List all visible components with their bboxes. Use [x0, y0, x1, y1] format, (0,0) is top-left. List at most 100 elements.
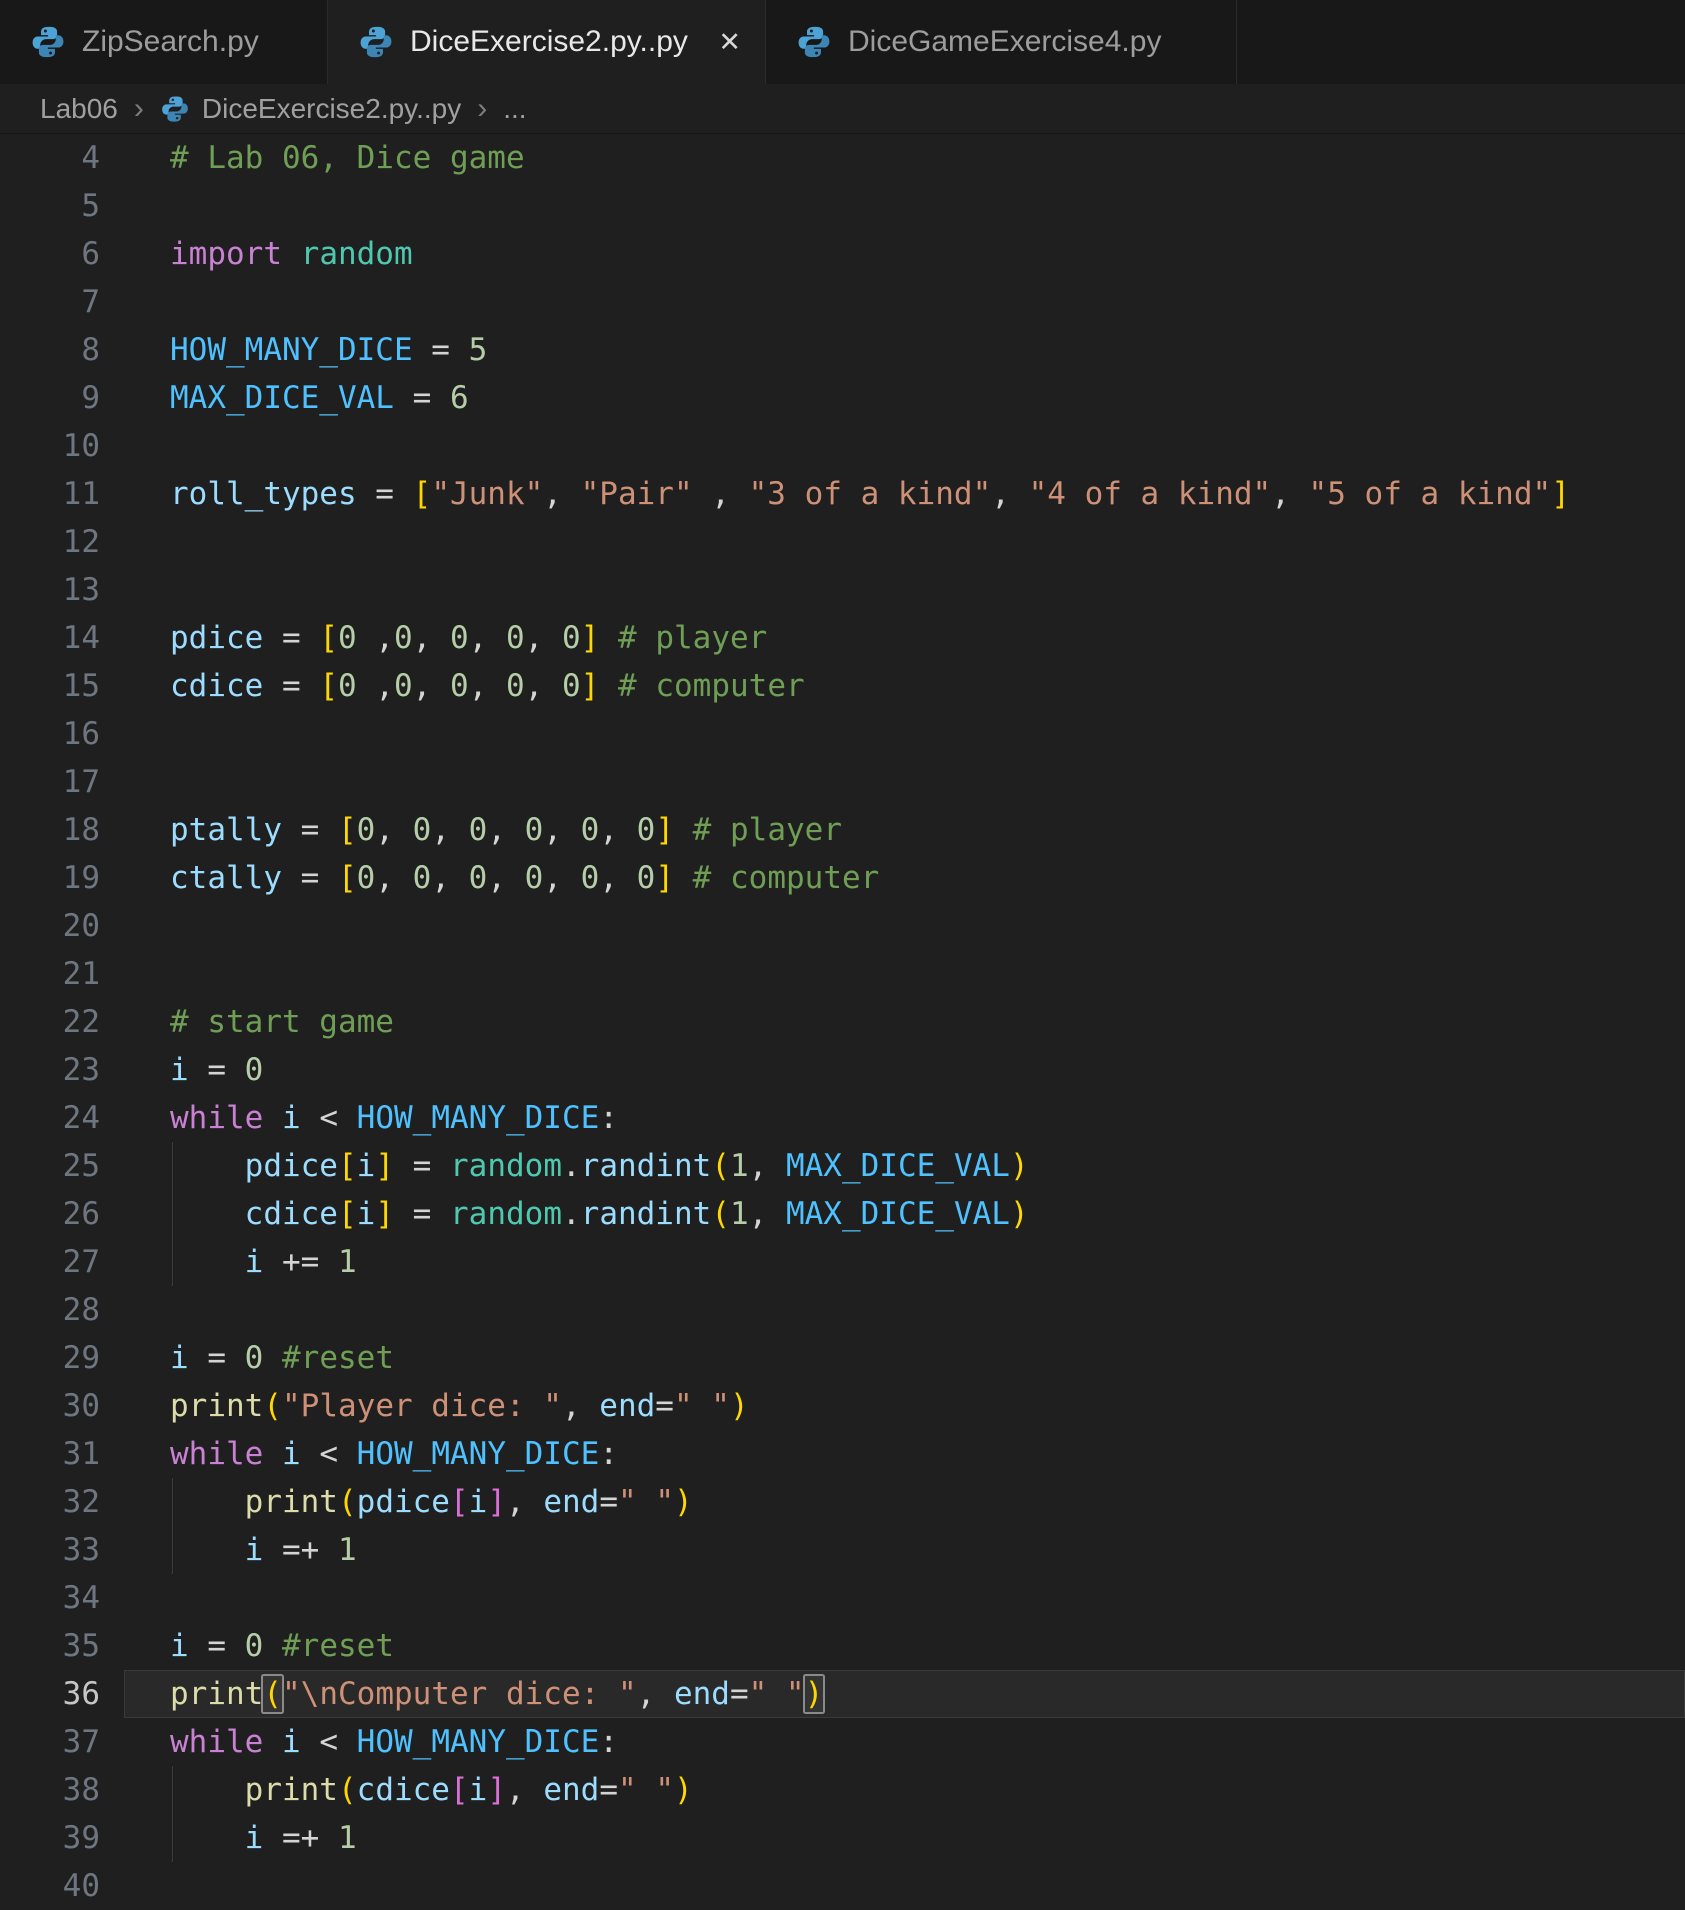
token-b1: (	[337, 1484, 357, 1520]
line-number[interactable]: 22	[0, 998, 100, 1046]
line-number[interactable]: 4	[0, 134, 100, 182]
line-number[interactable]: 34	[0, 1574, 100, 1622]
line-number[interactable]: 31	[0, 1430, 100, 1478]
code-line: 28	[0, 1286, 1685, 1334]
editor[interactable]: 4 # Lab 06, Dice game 5 6 import random 7 8 HOW…	[0, 134, 1685, 1910]
token-n: 1	[337, 1532, 357, 1568]
line-number[interactable]: 40	[0, 1862, 100, 1910]
token-o: =	[394, 1196, 450, 1232]
token-c: # computer	[692, 860, 880, 896]
code-text[interactable]: while i < HOW_MANY_DICE:	[124, 1430, 1685, 1478]
line-number[interactable]: 19	[0, 854, 100, 902]
line-number[interactable]: 36	[0, 1670, 100, 1718]
code-text[interactable]: pdice = [0 ,0, 0, 0, 0] # player	[124, 614, 1685, 662]
token-s: "\nComputer dice: "	[282, 1676, 637, 1712]
token-f: print	[170, 1676, 264, 1712]
line-number[interactable]: 14	[0, 614, 100, 662]
line-number[interactable]: 20	[0, 902, 100, 950]
code-text[interactable]: print(pdice[i], end=" ")	[124, 1478, 1685, 1526]
line-number[interactable]: 23	[0, 1046, 100, 1094]
line-number[interactable]: 12	[0, 518, 100, 566]
code-line: 26 cdice[i] = random.randint(1, MAX_DICE…	[0, 1190, 1685, 1238]
line-number[interactable]: 13	[0, 566, 100, 614]
line-number[interactable]: 15	[0, 662, 100, 710]
line-number[interactable]: 28	[0, 1286, 100, 1334]
breadcrumb-item[interactable]: DiceExercise2.py..py	[160, 93, 461, 125]
code-text[interactable]: i += 1	[124, 1238, 1685, 1286]
code-text[interactable]: while i < HOW_MANY_DICE:	[124, 1718, 1685, 1766]
line-number[interactable]: 8	[0, 326, 100, 374]
code-text[interactable]: import random	[124, 230, 1685, 278]
code-text[interactable]: print("\nComputer dice: ", end=" ")	[124, 1670, 1685, 1718]
code-text[interactable]: print(cdice[i], end=" ")	[124, 1766, 1685, 1814]
line-number[interactable]: 27	[0, 1238, 100, 1286]
token-v: i	[170, 1052, 189, 1088]
line-number[interactable]: 33	[0, 1526, 100, 1574]
line-number[interactable]: 37	[0, 1718, 100, 1766]
token-n: 0	[524, 812, 544, 848]
tab-zipsearch[interactable]: ZipSearch.py	[0, 0, 328, 84]
line-number[interactable]: 5	[0, 182, 100, 230]
line-number[interactable]: 11	[0, 470, 100, 518]
line-number[interactable]: 25	[0, 1142, 100, 1190]
line-number[interactable]: 17	[0, 758, 100, 806]
code-text[interactable]: i = 0 #reset	[124, 1334, 1685, 1382]
line-number[interactable]: 32	[0, 1478, 100, 1526]
code-line: 15 cdice = [0 ,0, 0, 0, 0] # computer	[0, 662, 1685, 710]
token-o: =	[263, 620, 320, 656]
code-text[interactable]: print("Player dice: ", end=" ")	[124, 1382, 1685, 1430]
line-number[interactable]: 9	[0, 374, 100, 422]
line-number[interactable]: 6	[0, 230, 100, 278]
code-text[interactable]: while i < HOW_MANY_DICE:	[124, 1094, 1685, 1142]
code-text[interactable]: ctally = [0, 0, 0, 0, 0, 0] # computer	[124, 854, 1685, 902]
line-number[interactable]: 18	[0, 806, 100, 854]
line-number[interactable]: 29	[0, 1334, 100, 1382]
token-o: ,	[356, 620, 394, 656]
token-o: =	[599, 1772, 618, 1808]
token-o: ,	[524, 668, 562, 704]
tab-diceexercise2[interactable]: DiceExercise2.py..py ✕	[328, 0, 766, 84]
code-text[interactable]: MAX_DICE_VAL = 6	[124, 374, 1685, 422]
line-number[interactable]: 21	[0, 950, 100, 998]
line-number[interactable]: 10	[0, 422, 100, 470]
token-v: pdice	[244, 1148, 338, 1184]
code-line: 34	[0, 1574, 1685, 1622]
code-text[interactable]: # start game	[124, 998, 1685, 1046]
code-text[interactable]: i = 0 #reset	[124, 1622, 1685, 1670]
code-text[interactable]: ptally = [0, 0, 0, 0, 0, 0] # player	[124, 806, 1685, 854]
close-icon[interactable]: ✕	[696, 28, 741, 56]
line-number[interactable]: 24	[0, 1094, 100, 1142]
token-b2: [	[449, 1484, 469, 1520]
tab-dicegameexercise4[interactable]: DiceGameExercise4.py	[766, 0, 1237, 84]
code-text[interactable]: pdice[i] = random.randint(1, MAX_DICE_VA…	[124, 1142, 1685, 1190]
code-text[interactable]: i = 0	[124, 1046, 1685, 1094]
line-number[interactable]: 7	[0, 278, 100, 326]
code-line: 22 # start game	[0, 998, 1685, 1046]
token-o: =	[188, 1628, 245, 1664]
line-number[interactable]: 26	[0, 1190, 100, 1238]
token-c: # Lab 06, Dice game	[170, 140, 525, 176]
code-text[interactable]: roll_types = ["Junk", "Pair" , "3 of a k…	[124, 470, 1685, 518]
code-line: 11 roll_types = ["Junk", "Pair" , "3 of a…	[0, 470, 1685, 518]
line-number[interactable]: 30	[0, 1382, 100, 1430]
code-text[interactable]: i =+ 1	[124, 1814, 1685, 1862]
line-number[interactable]: 16	[0, 710, 100, 758]
token-o: ,	[375, 812, 413, 848]
breadcrumb-item[interactable]: ...	[503, 93, 526, 125]
token-v: i	[468, 1484, 488, 1520]
line-number[interactable]: 39	[0, 1814, 100, 1862]
code-text[interactable]: # Lab 06, Dice game	[124, 134, 1685, 182]
token-b1: )	[729, 1388, 749, 1424]
breadcrumb-item[interactable]: Lab06	[40, 93, 118, 125]
token-k: while	[170, 1724, 264, 1760]
token-o: =	[599, 1484, 618, 1520]
token-o: ,	[543, 860, 581, 896]
code-text[interactable]: cdice[i] = random.randint(1, MAX_DICE_VA…	[124, 1190, 1685, 1238]
line-number[interactable]: 35	[0, 1622, 100, 1670]
token-o: =	[729, 1676, 749, 1712]
token-c: #reset	[282, 1340, 394, 1376]
line-number[interactable]: 38	[0, 1766, 100, 1814]
code-text[interactable]: cdice = [0 ,0, 0, 0, 0] # computer	[124, 662, 1685, 710]
code-text[interactable]: i =+ 1	[124, 1526, 1685, 1574]
code-text[interactable]: HOW_MANY_DICE = 5	[124, 326, 1685, 374]
